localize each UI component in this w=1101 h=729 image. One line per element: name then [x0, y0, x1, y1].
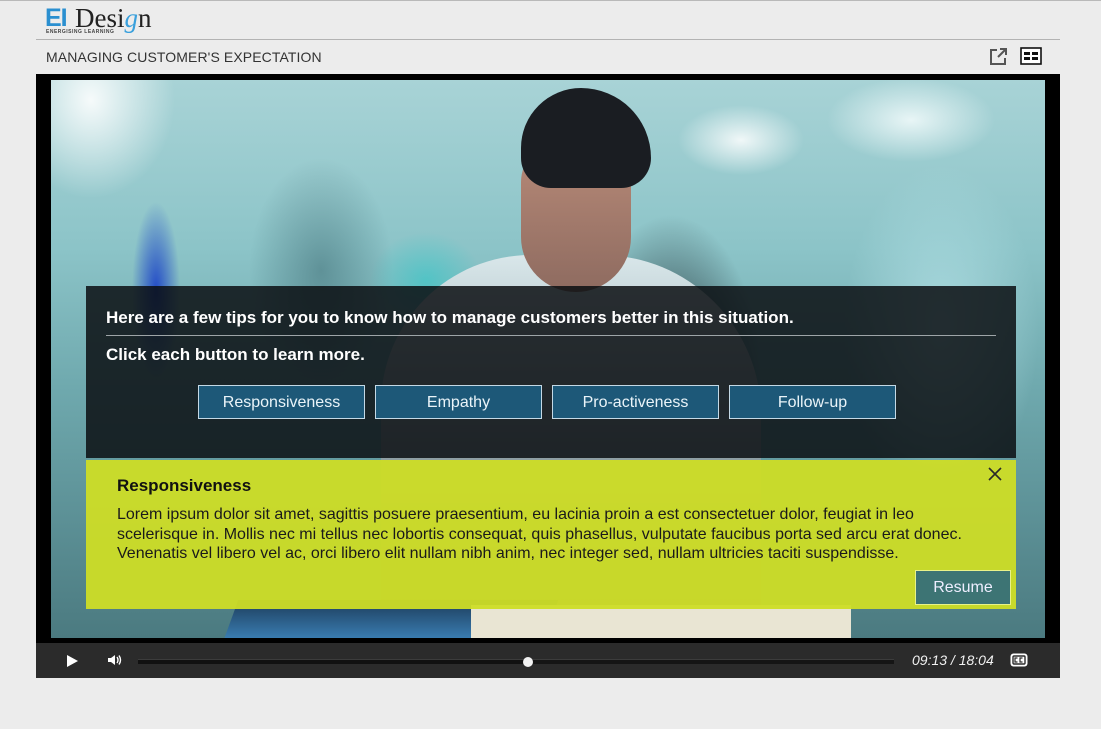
tips-heading: Here are a few tips for you to know how …	[106, 308, 794, 327]
tips-overlay: Here are a few tips for you to know how …	[86, 286, 1016, 458]
seek-progress	[138, 660, 529, 664]
play-icon[interactable]	[65, 654, 79, 668]
time-display: 09:13 / 18:04	[912, 652, 994, 668]
close-icon[interactable]	[987, 466, 1003, 482]
video-scene-desk	[471, 605, 851, 638]
pro-activeness-button[interactable]: Pro-activeness	[552, 385, 719, 419]
follow-up-button[interactable]: Follow-up	[729, 385, 896, 419]
logo-tagline: ENERGISING LEARNING	[46, 29, 115, 35]
video-scene-hair	[521, 88, 651, 188]
volume-icon[interactable]	[107, 653, 123, 667]
info-body: Lorem ipsum dolor sit amet, sagittis pos…	[117, 506, 962, 562]
player-controls: 09:13 / 18:04	[36, 643, 1060, 678]
empathy-button[interactable]: Empathy	[375, 385, 542, 419]
external-link-icon[interactable]	[988, 47, 1010, 67]
logo-mark: EI	[45, 4, 68, 32]
seek-handle[interactable]	[523, 657, 534, 667]
tips-divider	[106, 335, 996, 336]
info-title: Responsiveness	[117, 476, 252, 495]
resume-button[interactable]: Resume	[915, 570, 1011, 605]
window-top-border	[0, 0, 1101, 1]
responsiveness-button[interactable]: Responsiveness	[198, 385, 365, 419]
eidesign-logo: EI Design ENERGISING LEARNING	[45, 4, 155, 36]
cc-icon[interactable]	[1010, 653, 1028, 667]
course-title: MANAGING CUSTOMER'S EXPECTATION	[46, 49, 322, 65]
seek-bar[interactable]	[138, 657, 894, 667]
responsiveness-info-panel: Responsiveness Lorem ipsum dolor sit ame…	[86, 460, 1016, 609]
header-divider	[36, 39, 1060, 40]
menu-grid-icon[interactable]	[1020, 47, 1042, 67]
tips-instruction: Click each button to learn more.	[106, 345, 365, 364]
logo-wordmark: Design	[75, 3, 152, 33]
